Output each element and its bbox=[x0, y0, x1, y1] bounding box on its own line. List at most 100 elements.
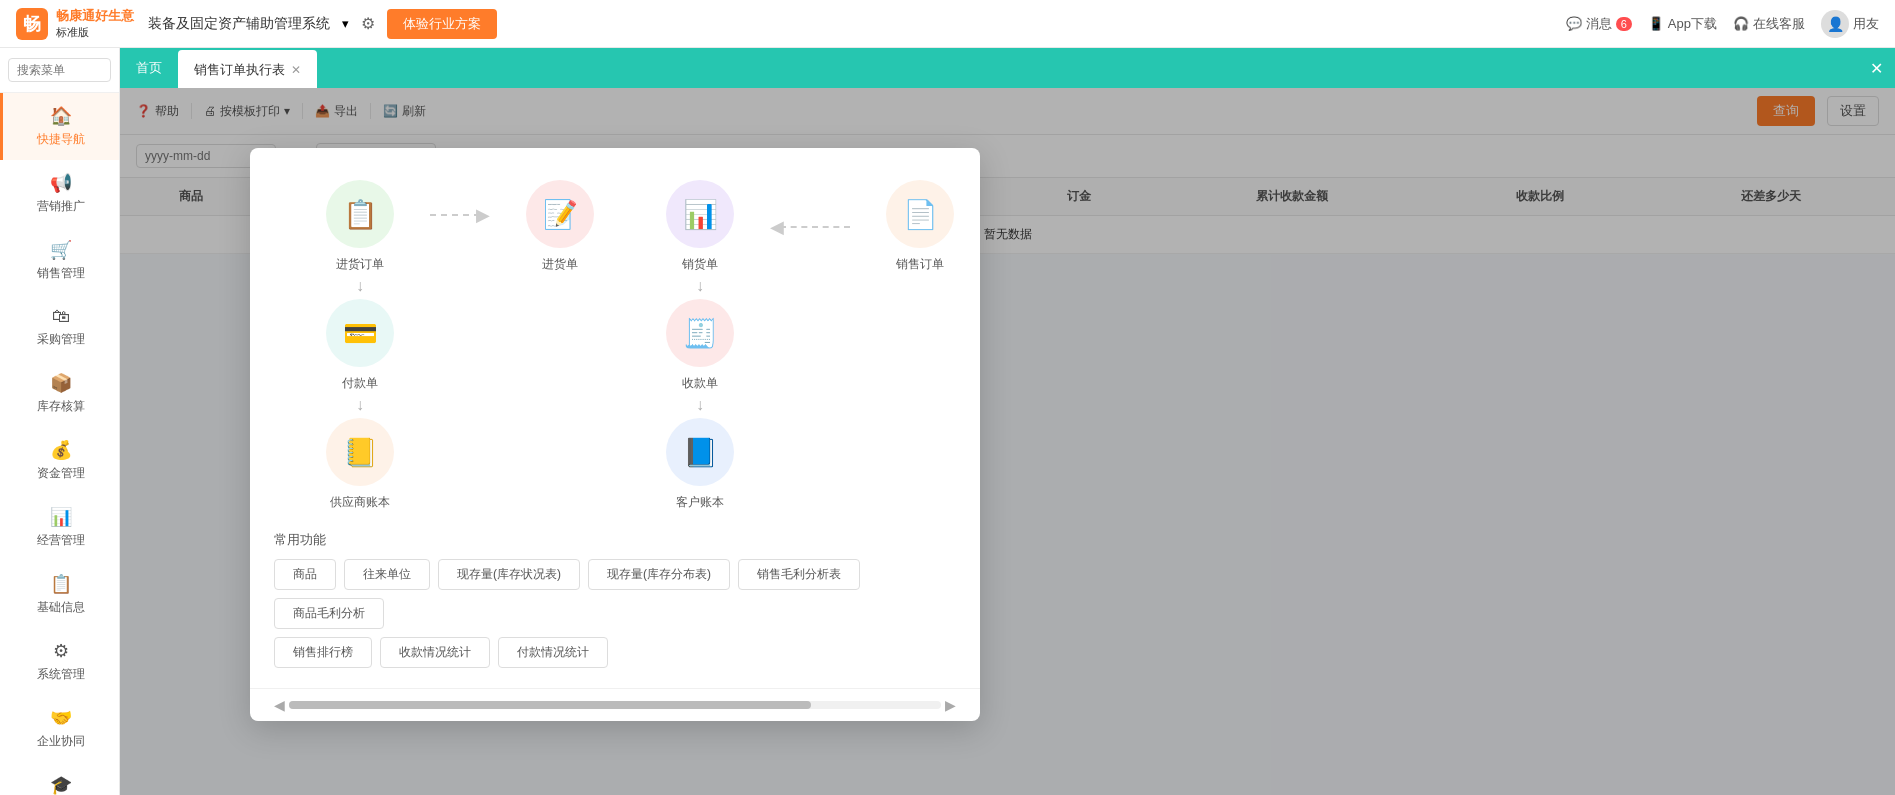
scroll-left-icon[interactable]: ◀ bbox=[274, 697, 285, 713]
arrow-down-1: ↓ bbox=[356, 273, 364, 299]
close-all-icon[interactable]: ✕ bbox=[1870, 59, 1895, 78]
node-purchase-order[interactable]: 📋 进货订单 bbox=[290, 180, 430, 273]
scroll-right-icon[interactable]: ▶ bbox=[945, 697, 956, 713]
purchase-order-label: 进货订单 bbox=[336, 256, 384, 273]
scroll-thumb bbox=[289, 701, 811, 709]
settings-icon[interactable]: ⚙ bbox=[361, 14, 375, 33]
node-customer-account[interactable]: 📘 客户账本 bbox=[630, 418, 770, 511]
arrow-down-4: ↓ bbox=[696, 392, 704, 418]
top-header: 畅 畅康通好生意 标准版 装备及固定资产辅助管理系统 ▾ ⚙ 体验行业方案 💬 … bbox=[0, 0, 1895, 48]
logo-area: 畅 畅康通好生意 标准版 bbox=[16, 8, 136, 40]
message-icon: 💬 bbox=[1566, 16, 1582, 31]
receipt-label: 收款单 bbox=[682, 375, 718, 392]
func-buttons: 商品 往来单位 现存量(库存状况表) 现存量(库存分布表) 销售毛利分析表 商品… bbox=[274, 559, 956, 629]
app-container: 畅 畅康通好生意 标准版 装备及固定资产辅助管理系统 ▾ ⚙ 体验行业方案 💬 … bbox=[0, 0, 1895, 795]
node-sales-bill[interactable]: 📊 销货单 bbox=[630, 180, 770, 273]
col-purchase: 📋 进货订单 ↓ 💳 付款单 bbox=[290, 180, 430, 511]
node-purchase-bill[interactable]: 📝 进货单 bbox=[490, 180, 630, 273]
func-btn-stock-dist[interactable]: 现存量(库存分布表) bbox=[588, 559, 730, 590]
sidebar-item-basic[interactable]: 📋 基础信息 bbox=[0, 561, 119, 628]
download-icon: 📱 bbox=[1648, 16, 1664, 31]
tab-sales-order-exec[interactable]: 销售订单执行表 ✕ bbox=[178, 50, 317, 90]
col-sales-bill: 📊 销货单 ↓ 🧾 收款单 bbox=[630, 180, 770, 511]
sales-icon: 🛒 bbox=[50, 239, 72, 261]
marketing-icon: 📢 bbox=[50, 172, 72, 194]
headset-icon: 🎧 bbox=[1733, 16, 1749, 31]
common-funcs-area: 常用功能 商品 往来单位 现存量(库存状况表) 现存量(库存分布表) 销售毛利分… bbox=[250, 531, 980, 688]
logo-icon: 畅 bbox=[16, 8, 48, 40]
avatar: 👤 bbox=[1821, 10, 1849, 38]
scroll-track[interactable] bbox=[289, 701, 941, 709]
scroll-area: ◀ ▶ bbox=[250, 688, 980, 721]
system-icon: ⚙ bbox=[53, 640, 69, 662]
func-btn-sales-rank[interactable]: 销售排行榜 bbox=[274, 637, 372, 668]
col-purchase-bill: 📝 进货单 bbox=[490, 180, 630, 273]
sidebar-item-finance[interactable]: 💰 资金管理 bbox=[0, 427, 119, 494]
customer-account-label: 客户账本 bbox=[676, 494, 724, 511]
sidebar-item-collab[interactable]: 🤝 企业协同 bbox=[0, 695, 119, 762]
basic-icon: 📋 bbox=[50, 573, 72, 595]
sidebar-item-quick-nav[interactable]: 🏠 快捷导航 bbox=[0, 93, 119, 160]
system-dropdown[interactable]: ▾ bbox=[342, 16, 349, 31]
main-body: 🏠 快捷导航 📢 营销推广 🛒 销售管理 🛍 采购管理 📦 库存核算 💰 bbox=[0, 48, 1895, 795]
content-area: 首页 销售订单执行表 ✕ ✕ ❓ 帮助 🖨 bbox=[120, 48, 1895, 795]
func-btn-goods[interactable]: 商品 bbox=[274, 559, 336, 590]
payment-circle: 💳 bbox=[326, 299, 394, 367]
workflow-area: 📋 进货订单 ↓ 💳 付款单 bbox=[250, 148, 980, 531]
online-service-action[interactable]: 🎧 在线客服 bbox=[1733, 15, 1805, 33]
workflow-modal: 📋 进货订单 ↓ 💳 付款单 bbox=[250, 148, 980, 721]
supplier-account-label: 供应商账本 bbox=[330, 494, 390, 511]
trial-button[interactable]: 体验行业方案 bbox=[387, 9, 497, 39]
common-funcs-title: 常用功能 bbox=[274, 531, 956, 549]
func-btn-partner[interactable]: 往来单位 bbox=[344, 559, 430, 590]
user-action[interactable]: 👤 用友 bbox=[1821, 10, 1879, 38]
sales-order-label: 销售订单 bbox=[896, 256, 944, 273]
supplier-account-circle: 📒 bbox=[326, 418, 394, 486]
arrow-h1: ▶ bbox=[430, 204, 490, 226]
collab-icon: 🤝 bbox=[50, 707, 72, 729]
func-btn-goods-profit[interactable]: 商品毛利分析 bbox=[274, 598, 384, 629]
node-receipt[interactable]: 🧾 收款单 bbox=[630, 299, 770, 392]
purchase-bill-circle: 📝 bbox=[526, 180, 594, 248]
sidebar-item-system[interactable]: ⚙ 系统管理 bbox=[0, 628, 119, 695]
search-menu-input[interactable] bbox=[8, 58, 111, 82]
sidebar-item-ops[interactable]: 📊 经营管理 bbox=[0, 494, 119, 561]
message-badge: 6 bbox=[1616, 17, 1632, 31]
func-btn-receipt-stats[interactable]: 收款情况统计 bbox=[380, 637, 490, 668]
page-content: ❓ 帮助 🖨 按模板打印 ▾ 📤 导出 bbox=[120, 88, 1895, 795]
sidebar-item-sales[interactable]: 🛒 销售管理 bbox=[0, 227, 119, 294]
search-menu-area bbox=[0, 48, 119, 93]
sidebar-item-marketing[interactable]: 📢 营销推广 bbox=[0, 160, 119, 227]
node-sales-order[interactable]: 📄 销售订单 bbox=[850, 180, 980, 273]
sales-order-circle: 📄 bbox=[886, 180, 954, 248]
func-buttons-2: 销售排行榜 收款情况统计 付款情况统计 bbox=[274, 637, 956, 668]
sidebar-item-inventory[interactable]: 📦 库存核算 bbox=[0, 360, 119, 427]
scroll-row: ◀ ▶ bbox=[274, 697, 956, 713]
tab-home[interactable]: 首页 bbox=[120, 48, 178, 88]
ops-icon: 📊 bbox=[50, 506, 72, 528]
newbie-icon: 🎓 bbox=[50, 774, 72, 795]
arrow-down-2: ↓ bbox=[696, 273, 704, 299]
node-supplier-account[interactable]: 📒 供应商账本 bbox=[290, 418, 430, 511]
func-btn-stock-status[interactable]: 现存量(库存状况表) bbox=[438, 559, 580, 590]
purchase-icon: 🛍 bbox=[52, 306, 70, 327]
sales-bill-circle: 📊 bbox=[666, 180, 734, 248]
sidebar-item-purchase[interactable]: 🛍 采购管理 bbox=[0, 294, 119, 360]
home-icon: 🏠 bbox=[50, 105, 72, 127]
payment-label: 付款单 bbox=[342, 375, 378, 392]
tab-close-icon[interactable]: ✕ bbox=[291, 63, 301, 77]
col-sales-order: ◀ 📄 销售订单 bbox=[770, 180, 980, 273]
customer-account-circle: 📘 bbox=[666, 418, 734, 486]
message-action[interactable]: 💬 消息 6 bbox=[1566, 15, 1632, 33]
system-title: 装备及固定资产辅助管理系统 bbox=[148, 15, 330, 33]
tab-bar: 首页 销售订单执行表 ✕ ✕ bbox=[120, 48, 1895, 88]
func-btn-payment-stats[interactable]: 付款情况统计 bbox=[498, 637, 608, 668]
node-payment[interactable]: 💳 付款单 bbox=[290, 299, 430, 392]
app-download-action[interactable]: 📱 App下载 bbox=[1648, 15, 1717, 33]
arrow-h2: ◀ bbox=[770, 216, 850, 238]
purchase-bill-label: 进货单 bbox=[542, 256, 578, 273]
sidebar: 🏠 快捷导航 📢 营销推广 🛒 销售管理 🛍 采购管理 📦 库存核算 💰 bbox=[0, 48, 120, 795]
sidebar-item-newbie[interactable]: 🎓 新手引导 bbox=[0, 762, 119, 795]
logo-text: 畅康通好生意 标准版 bbox=[56, 8, 134, 39]
func-btn-sales-profit[interactable]: 销售毛利分析表 bbox=[738, 559, 860, 590]
